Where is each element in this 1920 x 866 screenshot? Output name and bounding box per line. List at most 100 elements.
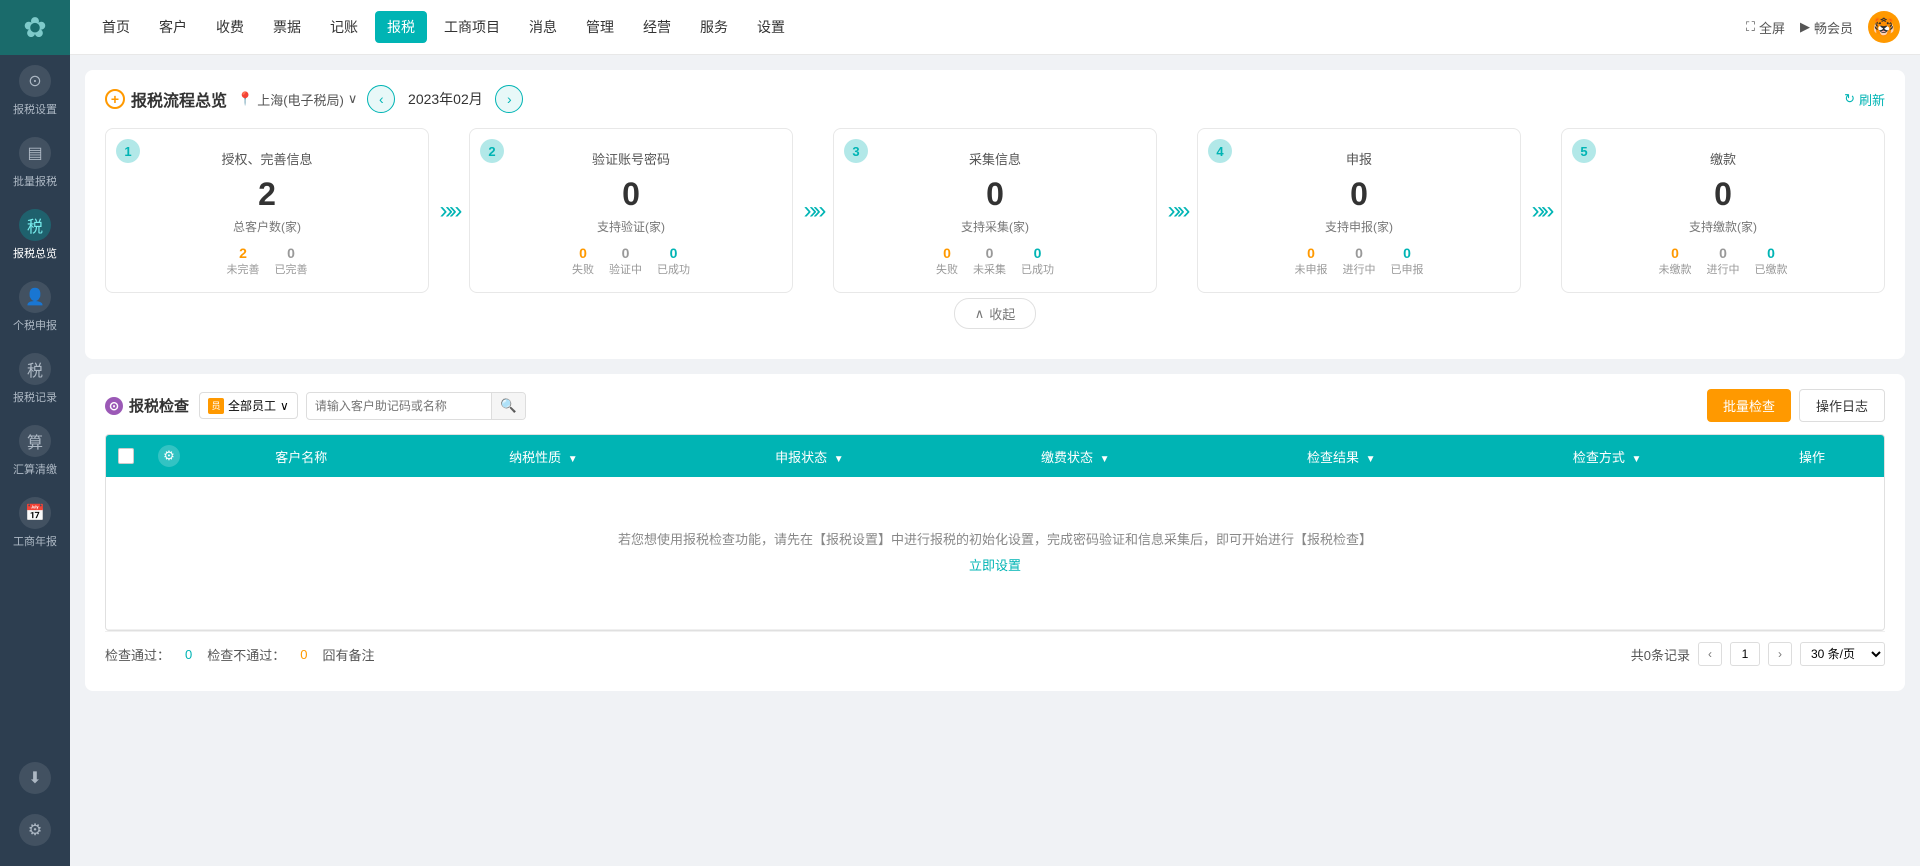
step-1-num: 1 xyxy=(116,139,140,163)
gear-icon: ⚙ xyxy=(19,814,51,846)
th-tax-nature: 纳税性质 ▼ xyxy=(410,435,676,477)
select-all-checkbox[interactable] xyxy=(118,448,134,464)
nav-messages[interactable]: 消息 xyxy=(517,11,569,43)
sidebar-item-batch-tax[interactable]: ▤ 批量报税 xyxy=(0,127,70,199)
process-header: + 报税流程总览 📍 上海(电子税局) ∨ ‹ 2023年02月 › ↻ 刷新 xyxy=(105,85,1885,113)
nav-business[interactable]: 工商项目 xyxy=(432,11,512,43)
filter-icon-method[interactable]: ▼ xyxy=(1632,454,1642,465)
batch-check-btn[interactable]: 批量检查 xyxy=(1707,389,1791,422)
location-icon: 📍 xyxy=(237,91,253,107)
fail-label: 检查不通过： xyxy=(207,645,285,664)
sidebar-item-tax-settings[interactable]: ⊙ 报税设置 xyxy=(0,55,70,127)
sidebar-item-clearance[interactable]: 算 汇算清缴 xyxy=(0,415,70,487)
personal-tax-icon: 👤 xyxy=(19,281,51,313)
sidebar-item-annual-report[interactable]: 📅 工商年报 xyxy=(0,487,70,559)
th-pay-status: 缴费状态 ▼ xyxy=(942,435,1208,477)
step-4-stat-1: 0 进行中 xyxy=(1343,245,1376,277)
month-navigator: ‹ 2023年02月 › xyxy=(367,85,523,113)
table-gear-icon[interactable]: ⚙ xyxy=(158,445,180,467)
setup-link[interactable]: 立即设置 xyxy=(969,558,1021,573)
step-2-stat-1: 0 验证中 xyxy=(609,245,642,277)
empty-area: 若您想使用报税检查功能，请先在【报税设置】中进行报税的初始化设置，完成密码验证和… xyxy=(118,487,1872,619)
arrow-3-4: »» xyxy=(1157,128,1197,293)
top-navigation: 首页 客户 收费 票据 记账 报税 工商项目 消息 管理 经营 服务 设置 ⛶ … xyxy=(70,0,1920,55)
location-badge[interactable]: 📍 上海(电子税局) ∨ xyxy=(237,90,357,109)
pass-count[interactable]: 0 xyxy=(185,647,192,662)
th-checkbox xyxy=(106,435,146,477)
fullscreen-btn[interactable]: ⛶ 全屏 xyxy=(1746,18,1785,37)
page-size-select[interactable]: 30 条/页 50 条/页 100 条/页 xyxy=(1800,642,1885,666)
nav-accounting[interactable]: 记账 xyxy=(318,11,370,43)
member-btn[interactable]: ▶ 畅会员 xyxy=(1800,18,1853,37)
pass-label: 检查通过： xyxy=(105,645,170,664)
step-3-stats: 0 失败 0 未采集 0 已成功 xyxy=(849,245,1141,277)
nav-items: 首页 客户 收费 票据 记账 报税 工商项目 消息 管理 经营 服务 设置 xyxy=(90,11,1746,43)
next-page-btn[interactable]: › xyxy=(1768,642,1792,666)
batch-tax-icon: ▤ xyxy=(19,137,51,169)
step-2-count: 0 xyxy=(485,176,777,213)
operation-log-btn[interactable]: 操作日志 xyxy=(1799,389,1885,422)
step-5-stat-2: 0 已缴款 xyxy=(1755,245,1788,277)
nav-clients[interactable]: 客户 xyxy=(147,11,199,43)
filter-icon-check[interactable]: ▼ xyxy=(1366,454,1376,465)
process-overview-card: + 报税流程总览 📍 上海(电子税局) ∨ ‹ 2023年02月 › ↻ 刷新 xyxy=(85,70,1905,359)
nav-invoices[interactable]: 票据 xyxy=(261,11,313,43)
prev-month-btn[interactable]: ‹ xyxy=(367,85,395,113)
th-operation: 操作 xyxy=(1740,435,1884,477)
step-5-num: 5 xyxy=(1572,139,1596,163)
step-5-stats: 0 未缴款 0 进行中 0 已缴款 xyxy=(1577,245,1869,277)
step-1-stat-1: 0 已完善 xyxy=(275,245,308,277)
refresh-btn[interactable]: ↻ 刷新 xyxy=(1844,90,1885,109)
note-label: 囧有备注 xyxy=(323,645,375,664)
nav-tax[interactable]: 报税 xyxy=(375,11,427,43)
step-2-card: 2 验证账号密码 0 支持验证(家) 0 失败 0 验证中 xyxy=(469,128,793,293)
tax-records-icon: 税 xyxy=(19,353,51,385)
step-5-stat-1: 0 进行中 xyxy=(1707,245,1740,277)
step-5-title: 缴款 xyxy=(1577,149,1869,168)
filter-icon-tax[interactable]: ▼ xyxy=(568,454,578,465)
page-input[interactable] xyxy=(1730,642,1760,666)
search-button[interactable]: 🔍 xyxy=(491,393,525,419)
th-check-method: 检查方式 ▼ xyxy=(1474,435,1740,477)
collapse-icon: ∧ xyxy=(975,306,985,322)
step-2-num: 2 xyxy=(480,139,504,163)
nav-management[interactable]: 管理 xyxy=(574,11,626,43)
filter-icon-declare[interactable]: ▼ xyxy=(834,454,844,465)
check-title-icon: ⊙ xyxy=(105,397,123,415)
step-4-title: 申报 xyxy=(1213,149,1505,168)
nav-operations[interactable]: 经营 xyxy=(631,11,683,43)
fullscreen-icon: ⛶ xyxy=(1746,19,1755,35)
sidebar-item-tax-records[interactable]: 税 报税记录 xyxy=(0,343,70,415)
current-month: 2023年02月 xyxy=(405,89,485,109)
avatar[interactable]: 🐯 xyxy=(1868,11,1900,43)
step-2-unit: 支持验证(家) xyxy=(485,218,777,235)
step-2-title: 验证账号密码 xyxy=(485,149,777,168)
sidebar-bottom: ⬇ ⚙ xyxy=(0,752,70,866)
collapse-row: ∧ 收起 xyxy=(105,293,1885,334)
filter-icon-pay[interactable]: ▼ xyxy=(1100,454,1110,465)
th-check-result: 检查结果 ▼ xyxy=(1208,435,1474,477)
nav-home[interactable]: 首页 xyxy=(90,11,142,43)
step-2-stats: 0 失败 0 验证中 0 已成功 xyxy=(485,245,777,277)
search-input[interactable] xyxy=(307,394,491,418)
sidebar-item-tax-overview[interactable]: 税 报税总览 xyxy=(0,199,70,271)
step-3-num: 3 xyxy=(844,139,868,163)
employee-filter[interactable]: 员 全部员工 ∨ xyxy=(199,392,298,419)
employee-filter-icon: 员 xyxy=(208,398,224,414)
sidebar-item-download[interactable]: ⬇ xyxy=(0,752,70,804)
collapse-btn[interactable]: ∧ 收起 xyxy=(954,298,1037,329)
step-1-title: 授权、完善信息 xyxy=(121,149,413,168)
nav-settings-top[interactable]: 设置 xyxy=(745,11,797,43)
prev-page-btn[interactable]: ‹ xyxy=(1698,642,1722,666)
step-4-card: 4 申报 0 支持申报(家) 0 未申报 0 进行中 xyxy=(1197,128,1521,293)
next-month-btn[interactable]: › xyxy=(495,85,523,113)
sidebar-item-personal-tax[interactable]: 👤 个税申报 xyxy=(0,271,70,343)
nav-services[interactable]: 服务 xyxy=(688,11,740,43)
nav-fees[interactable]: 收费 xyxy=(204,11,256,43)
step-3-stat-0: 0 失败 xyxy=(936,245,958,277)
tax-overview-icon: 税 xyxy=(19,209,51,241)
step-1-count: 2 xyxy=(121,176,413,213)
step-3-unit: 支持采集(家) xyxy=(849,218,1141,235)
fail-count[interactable]: 0 xyxy=(300,647,307,662)
sidebar-item-bottom-settings[interactable]: ⚙ xyxy=(0,804,70,856)
